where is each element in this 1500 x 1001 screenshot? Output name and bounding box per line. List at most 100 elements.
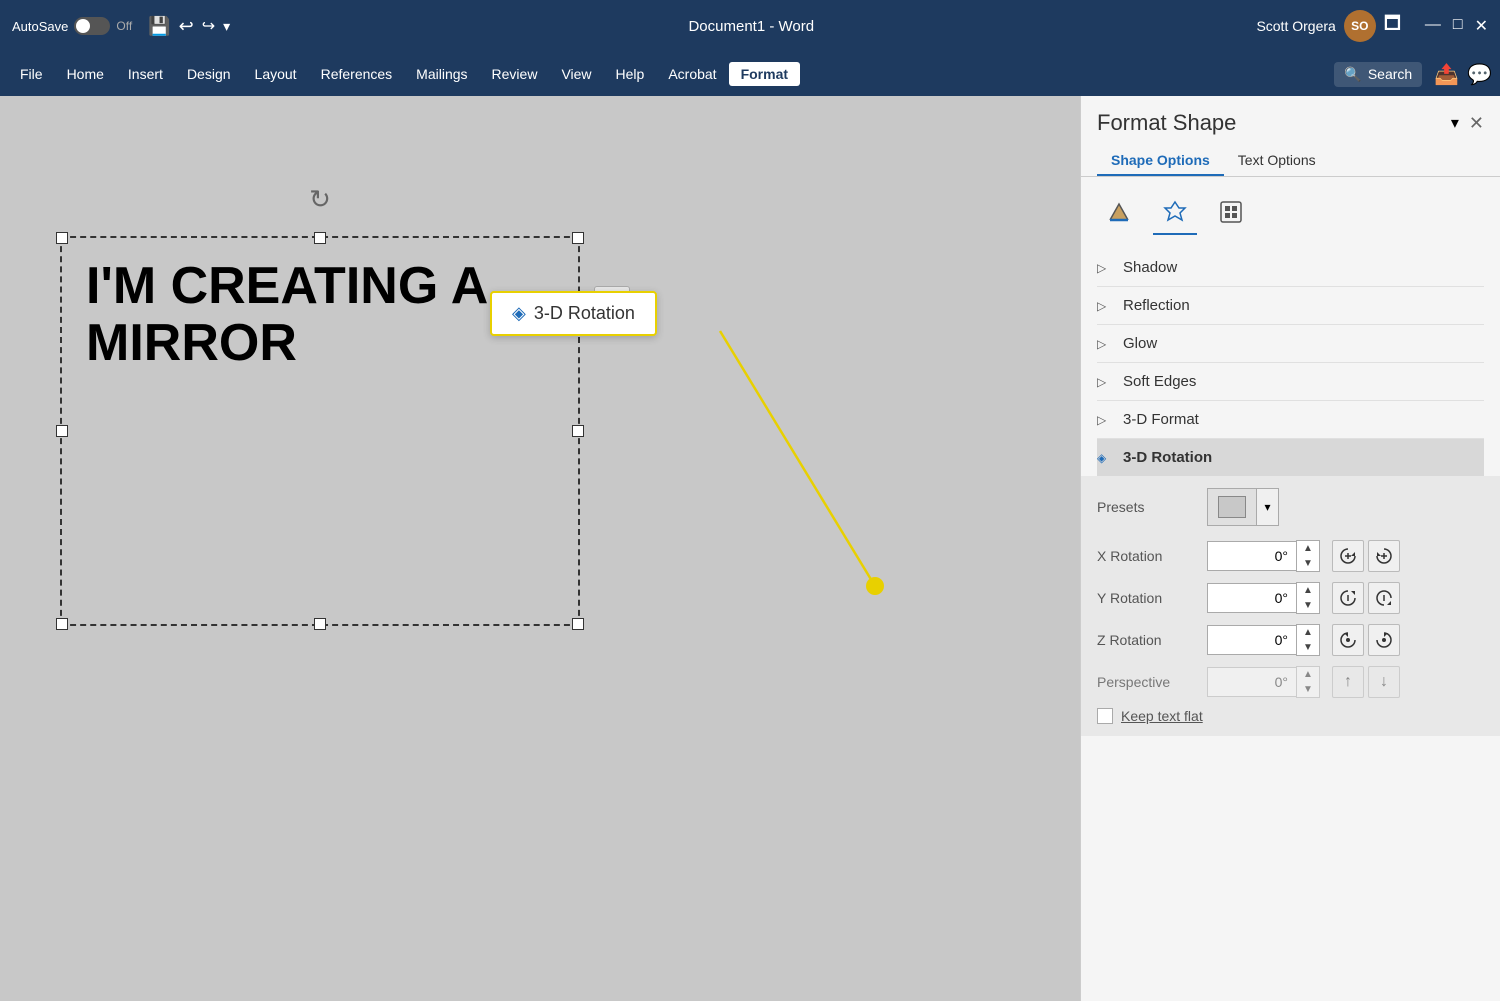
customize-icon[interactable]: ▾ — [223, 18, 230, 35]
menu-view[interactable]: View — [549, 62, 603, 86]
z-rotation-input[interactable] — [1207, 625, 1297, 655]
handle-bottom-middle[interactable] — [314, 618, 326, 630]
menu-design[interactable]: Design — [175, 62, 243, 86]
y-rotation-input[interactable] — [1207, 583, 1297, 613]
z-rotate-cw-button[interactable] — [1368, 624, 1400, 656]
title-bar: AutoSave Off 💾 ↩ ↪ ▾ Document1 - Word Sc… — [0, 0, 1500, 52]
perspective-btns: ↑ ↓ — [1332, 666, 1400, 698]
share-icon[interactable]: 📤 — [1434, 62, 1459, 87]
preset-preview — [1218, 496, 1246, 518]
menu-acrobat[interactable]: Acrobat — [656, 62, 728, 86]
menu-file[interactable]: File — [8, 62, 55, 86]
handle-top-right[interactable] — [572, 232, 584, 244]
handle-middle-right[interactable] — [572, 425, 584, 437]
panel-title: Format Shape — [1097, 110, 1236, 136]
section-3d-format[interactable]: ▷ 3-D Format — [1097, 401, 1484, 439]
menu-view-label: View — [561, 66, 591, 82]
menu-review-label: Review — [492, 66, 538, 82]
menu-insert[interactable]: Insert — [116, 62, 175, 86]
menu-references[interactable]: References — [309, 62, 405, 86]
menu-mailings[interactable]: Mailings — [404, 62, 479, 86]
restore-button[interactable]: □ — [1453, 16, 1463, 36]
toggle-state: Off — [116, 19, 132, 33]
section-shadow[interactable]: ▷ Shadow — [1097, 249, 1484, 287]
layout-properties-icon-btn[interactable] — [1209, 191, 1253, 235]
section-3d-rotation[interactable]: ◈ 3-D Rotation — [1097, 439, 1484, 476]
user-section: Scott Orgera SO 🗖 — □ ✕ — [1256, 10, 1488, 42]
y-rotation-spin-down[interactable]: ▼ — [1297, 598, 1319, 613]
autosave-section: AutoSave Off — [12, 17, 132, 35]
keep-text-flat-checkbox[interactable] — [1097, 708, 1113, 724]
3d-rotation-expand-icon: ◈ — [1097, 451, 1117, 465]
reflection-label: Reflection — [1123, 297, 1190, 314]
rotate-handle[interactable]: ↻ — [309, 184, 331, 215]
y-rotate-up-button[interactable] — [1332, 582, 1364, 614]
search-label: Search — [1368, 66, 1412, 82]
panel-header: Format Shape ▾ ✕ — [1081, 96, 1500, 136]
undo-icon[interactable]: ↩ — [179, 16, 194, 37]
perspective-down-button: ↓ — [1368, 666, 1400, 698]
z-rotate-ccw-button[interactable] — [1332, 624, 1364, 656]
presets-label: Presets — [1097, 499, 1207, 515]
handle-top-middle[interactable] — [314, 232, 326, 244]
text-line-2: MIRROR — [86, 315, 554, 372]
z-rotation-btns — [1332, 624, 1400, 656]
menu-help[interactable]: Help — [604, 62, 657, 86]
tab-shape-options[interactable]: Shape Options — [1097, 146, 1224, 176]
close-button[interactable]: ✕ — [1475, 16, 1488, 36]
panel-collapse-icon[interactable]: ▾ — [1451, 113, 1459, 133]
panel-close-button[interactable]: ✕ — [1469, 113, 1484, 134]
handle-middle-left[interactable] — [56, 425, 68, 437]
shape-icons-row — [1081, 177, 1500, 249]
x-rotation-spin-down[interactable]: ▼ — [1297, 556, 1319, 571]
tooltip-icon: ◈ — [512, 303, 526, 324]
glow-label: Glow — [1123, 335, 1157, 352]
x-rotation-spinner: ▲ ▼ — [1296, 540, 1320, 572]
x-rotation-row: X Rotation ▲ ▼ — [1097, 540, 1484, 572]
x-rotation-btns — [1332, 540, 1400, 572]
redo-icon[interactable]: ↪ — [202, 16, 215, 36]
x-rotation-input[interactable] — [1207, 541, 1297, 571]
shadow-expand-icon: ▷ — [1097, 261, 1117, 275]
menu-format[interactable]: Format — [729, 62, 800, 86]
z-rotation-spin-down[interactable]: ▼ — [1297, 640, 1319, 655]
z-rotation-input-group: ▲ ▼ — [1207, 624, 1484, 656]
section-soft-edges[interactable]: ▷ Soft Edges — [1097, 363, 1484, 401]
fill-line-icon-btn[interactable] — [1097, 191, 1141, 235]
save-icon[interactable]: 💾 — [148, 16, 170, 37]
perspective-spinner: ▲ ▼ — [1296, 666, 1320, 698]
section-reflection[interactable]: ▷ Reflection — [1097, 287, 1484, 325]
x-rotation-spin-up[interactable]: ▲ — [1297, 541, 1319, 556]
y-rotation-spin-up[interactable]: ▲ — [1297, 583, 1319, 598]
menu-review[interactable]: Review — [480, 62, 550, 86]
presets-row: Presets ▾ — [1097, 488, 1484, 526]
x-rotate-left-button[interactable] — [1332, 540, 1364, 572]
perspective-row: Perspective ▲ ▼ ↑ ↓ — [1097, 666, 1484, 698]
section-glow[interactable]: ▷ Glow — [1097, 325, 1484, 363]
handle-top-left[interactable] — [56, 232, 68, 244]
handle-bottom-right[interactable] — [572, 618, 584, 630]
presets-button[interactable] — [1207, 488, 1257, 526]
window-title: Document1 - Word — [246, 18, 1256, 35]
autosave-toggle[interactable] — [74, 17, 110, 35]
y-rotate-down-button[interactable] — [1368, 582, 1400, 614]
handle-bottom-left[interactable] — [56, 618, 68, 630]
menu-format-label: Format — [741, 66, 788, 82]
y-rotation-row: Y Rotation ▲ ▼ — [1097, 582, 1484, 614]
z-rotation-spin-up[interactable]: ▲ — [1297, 625, 1319, 640]
x-rotate-right-button[interactable] — [1368, 540, 1400, 572]
search-box[interactable]: 🔍 Search — [1334, 62, 1422, 87]
keep-text-flat-label: Keep text flat — [1121, 708, 1203, 724]
y-rotation-input-group: ▲ ▼ — [1207, 582, 1484, 614]
ribbon-icon[interactable]: 🗖 — [1384, 11, 1401, 41]
shadow-label: Shadow — [1123, 259, 1177, 276]
tab-text-options[interactable]: Text Options — [1224, 146, 1330, 176]
comment-icon[interactable]: 💬 — [1467, 62, 1492, 87]
menu-home[interactable]: Home — [55, 62, 116, 86]
panel-sections: ▷ Shadow ▷ Reflection ▷ Glow ▷ Soft Edge… — [1081, 249, 1500, 476]
perspective-spin-down: ▼ — [1297, 682, 1319, 697]
presets-dropdown[interactable]: ▾ — [1257, 488, 1279, 526]
menu-layout[interactable]: Layout — [243, 62, 309, 86]
effects-icon-btn[interactable] — [1153, 191, 1197, 235]
minimize-button[interactable]: — — [1425, 16, 1441, 36]
